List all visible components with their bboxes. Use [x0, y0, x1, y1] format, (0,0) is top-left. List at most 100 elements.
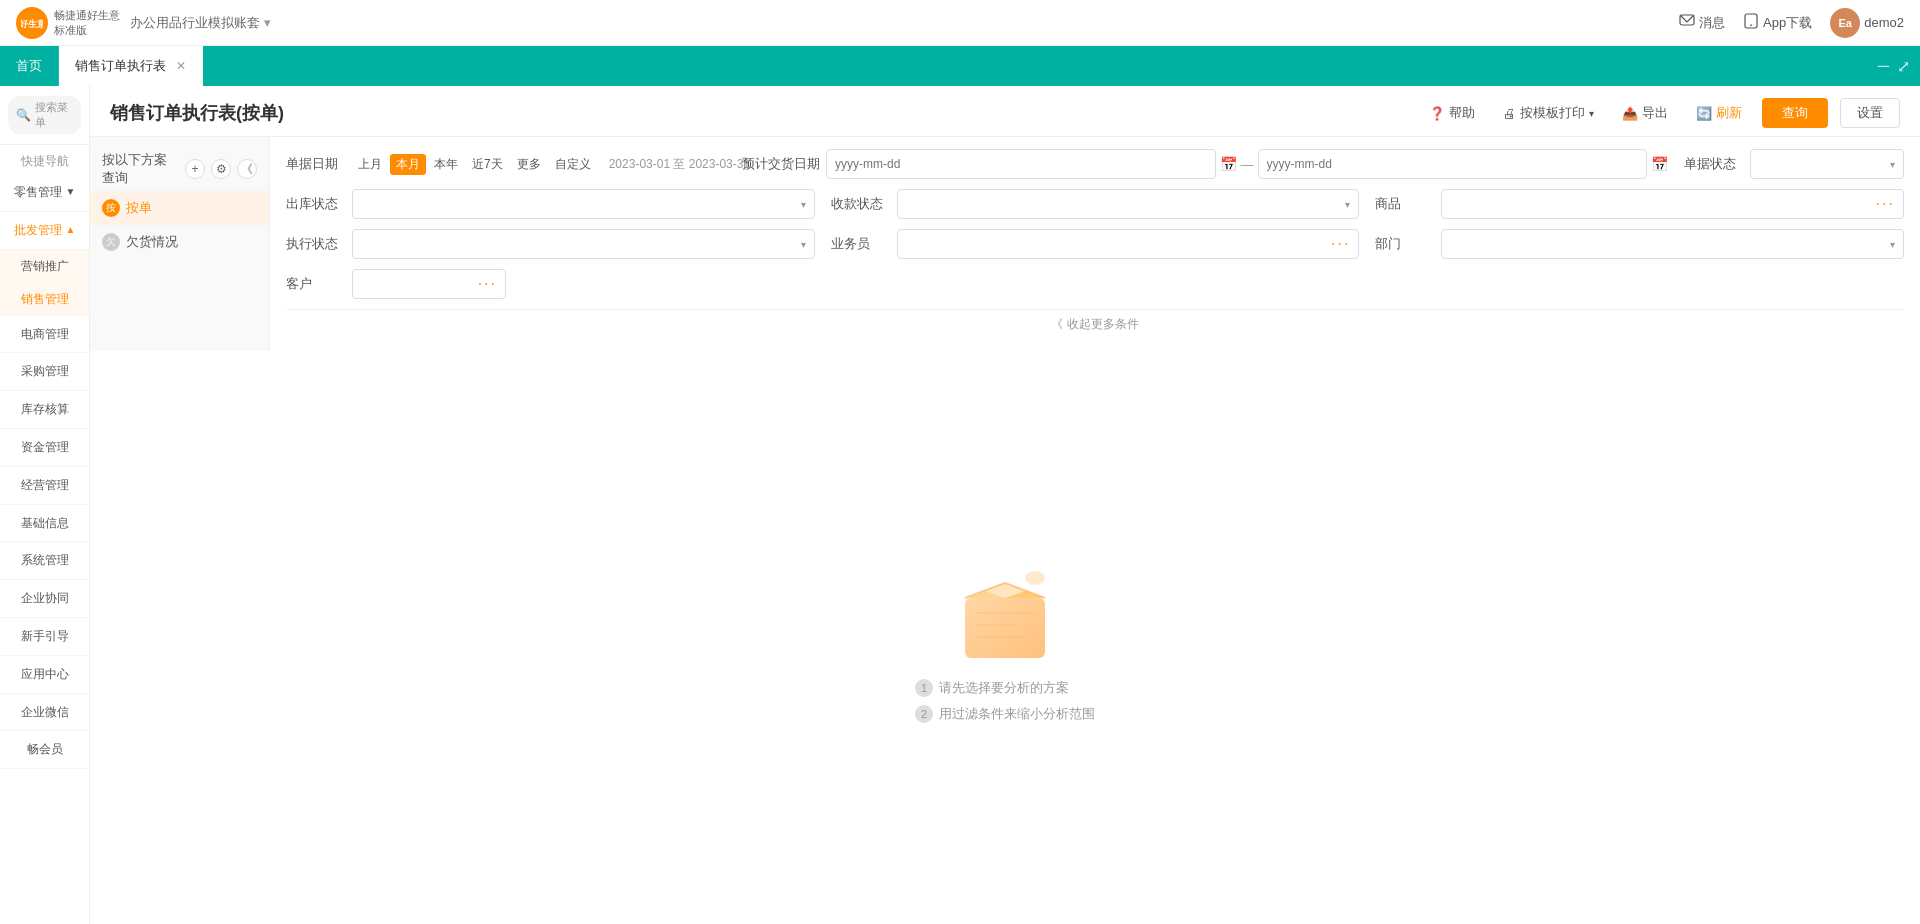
date-tab-this-year[interactable]: 本年	[428, 154, 464, 175]
collapse-btn[interactable]: 《 收起更多条件	[286, 309, 1904, 339]
empty-illustration	[940, 553, 1070, 663]
predicted-date-end-input[interactable]	[1258, 149, 1648, 179]
export-icon: 📤	[1622, 106, 1638, 121]
tab-expand-icon[interactable]: ⤢	[1897, 57, 1910, 76]
svg-point-10	[1025, 571, 1045, 585]
main-layout: 🔍 搜索菜单 快捷导航 零售管理 ▼ 批发管理 ▲ 营销推广 销售管理 电商管理…	[0, 86, 1920, 924]
sidebar-item-inventory[interactable]: 库存核算	[0, 391, 89, 429]
predicted-date-field: 预计交货日期 📅 — 📅	[742, 149, 1668, 179]
customer-more-icon[interactable]: ···	[478, 275, 497, 293]
print-dropdown-icon: ▾	[1589, 108, 1594, 119]
help-btn[interactable]: ❓ 帮助	[1421, 100, 1483, 126]
predicted-date-range: 📅 — 📅	[826, 149, 1668, 179]
date-tab-this-month[interactable]: 本月	[390, 154, 426, 175]
logo-area: 好生意 畅捷通好生意 标准版	[16, 7, 120, 39]
empty-tips: 1 请先选择要分析的方案 2 用过滤条件来缩小分析范围	[915, 679, 1095, 723]
print-btn[interactable]: 🖨 按模板打印 ▾	[1495, 100, 1602, 126]
sidebar-search-box[interactable]: 🔍 搜索菜单	[8, 96, 81, 134]
app-download-action[interactable]: App下载	[1743, 13, 1812, 32]
scheme-item-by-order[interactable]: 按 按单	[90, 191, 269, 225]
product-more-icon[interactable]: ···	[1876, 195, 1895, 213]
date-tab-custom[interactable]: 自定义	[549, 154, 597, 175]
payment-status-label: 收款状态	[831, 195, 891, 213]
settings-button[interactable]: 设置	[1840, 98, 1900, 128]
customer-input[interactable]: ···	[352, 269, 506, 299]
customer-field: 客户 ···	[286, 269, 506, 299]
scheme-item-shortage[interactable]: 欠 欠货情况	[90, 225, 269, 259]
sidebar-item-guide[interactable]: 新手引导	[0, 618, 89, 656]
delivery-arrow-icon: ▾	[801, 199, 806, 210]
tab-home[interactable]: 首页	[0, 46, 59, 86]
date-tab-last-month[interactable]: 上月	[352, 154, 388, 175]
exec-status-field: 执行状态 ▾	[286, 229, 815, 259]
sidebar-item-ecommerce[interactable]: 电商管理	[0, 316, 89, 354]
order-status-select[interactable]: ▾	[1750, 149, 1904, 179]
exec-status-select[interactable]: ▾	[352, 229, 815, 259]
date-separator: —	[1241, 157, 1254, 172]
retail-label: 零售管理	[14, 184, 62, 201]
empty-tip-1: 1 请先选择要分析的方案	[915, 679, 1069, 697]
sidebar-search-area: 🔍 搜索菜单	[0, 86, 89, 145]
filter-scheme-bar: 按以下方案查询 + ⚙ 《 按 按单 欠 欠货情况	[90, 137, 270, 351]
sidebar-item-sales-mgmt[interactable]: 销售管理	[0, 283, 89, 316]
date-field: 单据日期 上月 本月 本年 近7天 更多 自定义 2023-03-01 至 20…	[286, 154, 726, 175]
tab-close-icon[interactable]: ✕	[176, 59, 186, 73]
tab-minimize-icon[interactable]: ─	[1878, 57, 1889, 75]
sidebar-item-members[interactable]: 畅会员	[0, 731, 89, 769]
dept-select[interactable]: ▾	[1441, 229, 1904, 259]
app-icon	[1743, 13, 1759, 32]
sidebar-item-wholesale[interactable]: 批发管理 ▲	[0, 212, 89, 250]
filter-row-2: 出库状态 ▾ 收款状态 ▾	[286, 189, 1904, 219]
breadcrumb-dropdown-icon[interactable]: ▾	[264, 15, 271, 30]
search-button[interactable]: 查询	[1762, 98, 1828, 128]
payment-status-select[interactable]: ▾	[897, 189, 1360, 219]
scheme-add-btn[interactable]: +	[185, 159, 205, 179]
date-tab-more[interactable]: 更多	[511, 154, 547, 175]
calendar-start-icon[interactable]: 📅	[1220, 156, 1237, 172]
tab-bar-right: ─ ⤢	[1868, 46, 1920, 86]
order-status-label: 单据状态	[1684, 155, 1744, 173]
sidebar-item-wechat[interactable]: 企业微信	[0, 694, 89, 732]
page-title: 销售订单执行表(按单)	[110, 101, 284, 125]
product-field: 商品 ···	[1375, 189, 1904, 219]
empty-tip-2: 2 用过滤条件来缩小分析范围	[915, 705, 1095, 723]
filter-form: 单据日期 上月 本月 本年 近7天 更多 自定义 2023-03-01 至 20…	[270, 137, 1920, 351]
calendar-end-icon[interactable]: 📅	[1651, 156, 1668, 172]
sidebar-item-operations[interactable]: 经营管理	[0, 467, 89, 505]
sidebar-item-apps[interactable]: 应用中心	[0, 656, 89, 694]
export-btn[interactable]: 📤 导出	[1614, 100, 1676, 126]
sidebar-item-retail[interactable]: 零售管理 ▼	[0, 174, 89, 212]
sidebar-item-marketing[interactable]: 营销推广	[0, 250, 89, 283]
scheme-collapse-btn[interactable]: 《	[237, 159, 257, 179]
scheme-settings-btn[interactable]: ⚙	[211, 159, 231, 179]
refresh-btn[interactable]: 🔄 刷新	[1688, 100, 1750, 126]
salesperson-more-icon[interactable]: ···	[1331, 235, 1350, 253]
product-input[interactable]: ···	[1441, 189, 1904, 219]
tab-sales-order[interactable]: 销售订单执行表 ✕	[59, 46, 203, 86]
exec-arrow-icon: ▾	[801, 239, 806, 250]
help-icon: ❓	[1429, 106, 1445, 121]
salesperson-label: 业务员	[831, 235, 891, 253]
svg-text:好生意: 好生意	[21, 19, 43, 29]
message-action[interactable]: 消息	[1679, 13, 1725, 32]
salesperson-input[interactable]: ···	[897, 229, 1360, 259]
predicted-date-start-input[interactable]	[826, 149, 1216, 179]
sidebar-item-finance[interactable]: 资金管理	[0, 429, 89, 467]
user-action[interactable]: Ea demo2	[1830, 8, 1904, 38]
filter-scheme-header: 按以下方案查询 + ⚙ 《	[90, 147, 269, 191]
order-status-arrow-icon: ▾	[1890, 159, 1895, 170]
order-status-field: 单据状态 ▾	[1684, 149, 1904, 179]
sidebar-item-system[interactable]: 系统管理	[0, 542, 89, 580]
date-tab-7days[interactable]: 近7天	[466, 154, 509, 175]
filter-sidebar: 按以下方案查询 + ⚙ 《 按 按单 欠 欠货情况	[90, 137, 1920, 351]
sidebar-item-enterprise[interactable]: 企业协同	[0, 580, 89, 618]
product-label: 商品	[1375, 195, 1435, 213]
sidebar-item-purchase[interactable]: 采购管理	[0, 353, 89, 391]
sidebar-item-basic-info[interactable]: 基础信息	[0, 505, 89, 543]
delivery-status-select[interactable]: ▾	[352, 189, 815, 219]
dept-label: 部门	[1375, 235, 1435, 253]
page-actions: ❓ 帮助 🖨 按模板打印 ▾ 📤 导出 🔄 刷新 查询 设置	[1421, 98, 1900, 128]
search-icon: 🔍	[16, 108, 31, 122]
customer-label: 客户	[286, 275, 346, 293]
page-header: 销售订单执行表(按单) ❓ 帮助 🖨 按模板打印 ▾ 📤 导出 🔄 刷新	[90, 86, 1920, 137]
